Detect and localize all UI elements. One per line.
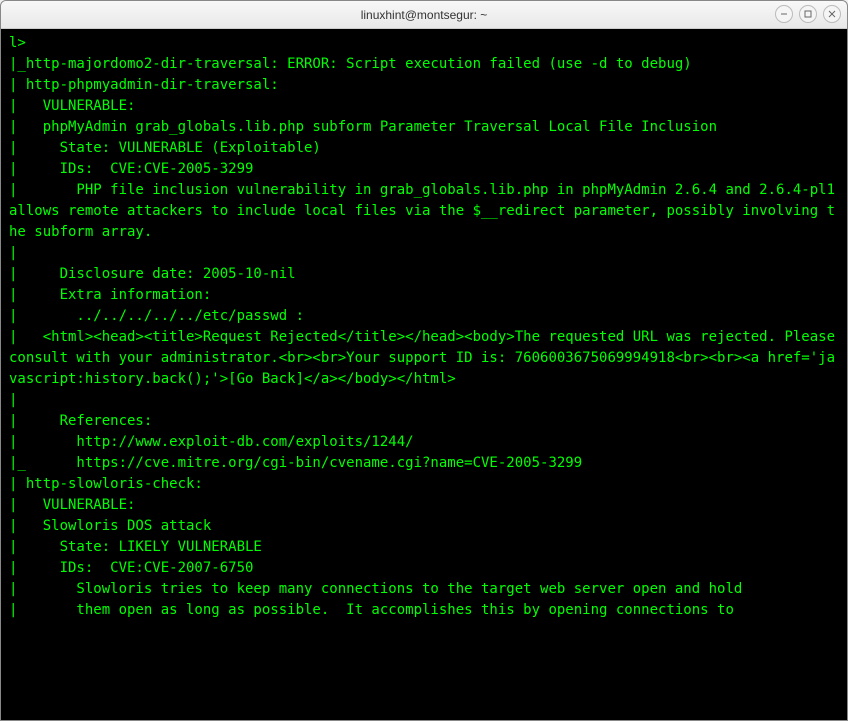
terminal-line: | them open as long as possible. It acco… <box>9 600 839 621</box>
minimize-button[interactable] <box>775 5 793 23</box>
close-icon <box>828 10 836 18</box>
terminal-line: l> <box>9 33 839 54</box>
terminal-line: | phpMyAdmin grab_globals.lib.php subfor… <box>9 117 839 138</box>
terminal-line: | VULNERABLE: <box>9 495 839 516</box>
terminal-line: | ../../../../../etc/passwd : <box>9 306 839 327</box>
terminal-window: linuxhint@montsegur: ~ l>|_http-majordom… <box>0 0 848 721</box>
window-controls <box>775 5 841 23</box>
terminal-line: | http://www.exploit-db.com/exploits/124… <box>9 432 839 453</box>
terminal-line: |_http-majordomo2-dir-traversal: ERROR: … <box>9 54 839 75</box>
close-button[interactable] <box>823 5 841 23</box>
terminal-line: | <box>9 390 839 411</box>
terminal-content[interactable]: l>|_http-majordomo2-dir-traversal: ERROR… <box>1 29 847 720</box>
maximize-button[interactable] <box>799 5 817 23</box>
terminal-line: | http-phpmyadmin-dir-traversal: <box>9 75 839 96</box>
terminal-line: | Extra information: <box>9 285 839 306</box>
maximize-icon <box>804 10 812 18</box>
terminal-line: | <html><head><title>Request Rejected</t… <box>9 327 839 390</box>
terminal-line: | IDs: CVE:CVE-2007-6750 <box>9 558 839 579</box>
terminal-line: | VULNERABLE: <box>9 96 839 117</box>
terminal-line: | IDs: CVE:CVE-2005-3299 <box>9 159 839 180</box>
terminal-line: |_ https://cve.mitre.org/cgi-bin/cvename… <box>9 453 839 474</box>
terminal-line: | Slowloris DOS attack <box>9 516 839 537</box>
titlebar: linuxhint@montsegur: ~ <box>1 1 847 29</box>
minimize-icon <box>780 10 788 18</box>
window-title: linuxhint@montsegur: ~ <box>361 8 488 22</box>
terminal-line: | State: LIKELY VULNERABLE <box>9 537 839 558</box>
terminal-line: | State: VULNERABLE (Exploitable) <box>9 138 839 159</box>
terminal-line: | References: <box>9 411 839 432</box>
terminal-line: | PHP file inclusion vulnerability in gr… <box>9 180 839 243</box>
terminal-line: | Slowloris tries to keep many connectio… <box>9 579 839 600</box>
terminal-line: | Disclosure date: 2005-10-nil <box>9 264 839 285</box>
terminal-line: | <box>9 243 839 264</box>
terminal-line: | http-slowloris-check: <box>9 474 839 495</box>
